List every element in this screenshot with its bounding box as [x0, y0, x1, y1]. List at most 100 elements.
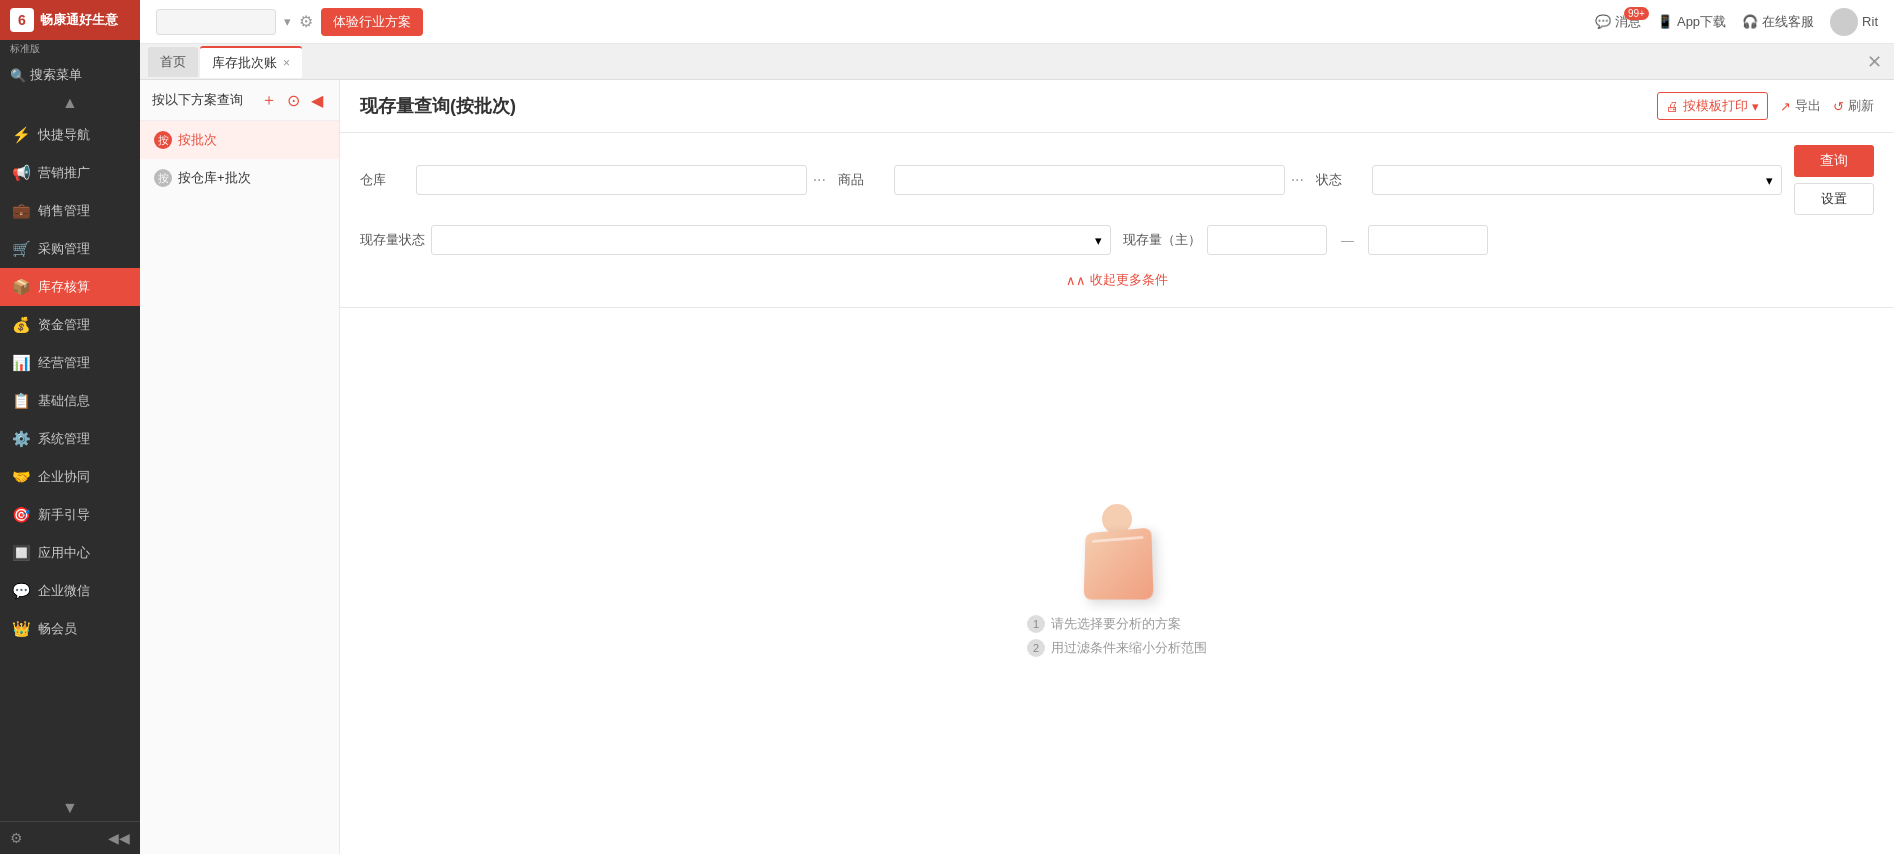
filter-area: 仓库 ··· 商品 ··· 状态 ▾ — [340, 133, 1894, 308]
settings-footer-btn[interactable]: ⚙ — [10, 830, 23, 846]
system-icon: ⚙️ — [12, 430, 30, 448]
wechat-icon: 💬 — [12, 582, 30, 600]
app-download-btn[interactable]: 📱 App下载 — [1657, 13, 1726, 31]
left-panel: 按以下方案查询 ＋ ⊙ ◀ 按 按批次 按 按 — [140, 80, 340, 854]
product-input[interactable] — [894, 165, 1285, 195]
messages-badge: 99+ — [1624, 7, 1649, 20]
sidebar-item-cooperation[interactable]: 🤝 企业协同 — [0, 458, 140, 496]
plan-icon-red: 按 — [154, 131, 172, 149]
empty-box — [1084, 527, 1154, 599]
plan-item-label: 按批次 — [178, 131, 217, 149]
sidebar-item-system[interactable]: ⚙️ 系统管理 — [0, 420, 140, 458]
quantity-from-input[interactable] — [1207, 225, 1327, 255]
sidebar-item-finance[interactable]: 💰 资金管理 — [0, 306, 140, 344]
collapse-sidebar-btn[interactable]: ◀◀ — [108, 830, 130, 846]
plan-item-batch[interactable]: 按 按批次 — [140, 121, 339, 159]
sidebar-item-label: 营销推广 — [38, 164, 90, 182]
plan-item-warehouse-batch[interactable]: 按 按仓库+批次 — [140, 159, 339, 197]
refresh-btn[interactable]: ↺ 刷新 — [1833, 97, 1874, 115]
purchase-icon: 🛒 — [12, 240, 30, 258]
messages-btn[interactable]: 💬 消息 99+ — [1595, 13, 1641, 31]
sidebar-item-search[interactable]: 🔍 搜索菜单 — [0, 60, 140, 90]
sidebar-item-label: 企业协同 — [38, 468, 90, 486]
search-icon: 🔍 — [10, 68, 26, 83]
warehouse-input[interactable] — [416, 165, 807, 195]
tab-close-area: ✕ — [1863, 47, 1886, 77]
user-avatar-area[interactable]: Rit — [1830, 8, 1878, 36]
online-service-btn[interactable]: 🎧 在线客服 — [1742, 13, 1814, 31]
settings-btn[interactable]: 设置 — [1794, 183, 1874, 215]
sidebar-item-purchase[interactable]: 🛒 采购管理 — [0, 230, 140, 268]
sidebar-item-quicknav[interactable]: ⚡ 快捷导航 — [0, 116, 140, 154]
topbar-right: 💬 消息 99+ 📱 App下载 🎧 在线客服 Rit — [1595, 8, 1878, 36]
sidebar-item-sales[interactable]: 💼 销售管理 — [0, 192, 140, 230]
cooperation-icon: 🤝 — [12, 468, 30, 486]
product-more-btn[interactable]: ··· — [1291, 171, 1304, 189]
warehouse-more-btn[interactable]: ··· — [813, 171, 826, 189]
app-logo: 6 — [10, 8, 34, 32]
step-1-num: 1 — [1027, 615, 1045, 633]
sidebar-item-label: 资金管理 — [38, 316, 90, 334]
inventory-icon: 📦 — [12, 278, 30, 296]
search-input[interactable] — [156, 9, 276, 35]
collapse-filter-btn[interactable]: ∧∧ 收起更多条件 — [360, 265, 1874, 295]
print-dropdown-icon[interactable]: ▾ — [1752, 99, 1759, 114]
tab-inventory-batch[interactable]: 库存批次账 × — [200, 46, 302, 78]
quantity-dash: — — [1333, 233, 1362, 248]
sidebar-item-management[interactable]: 📊 经营管理 — [0, 344, 140, 382]
content-area: 按以下方案查询 ＋ ⊙ ◀ 按 按批次 按 按 — [140, 80, 1894, 854]
sidebar-item-label: 新手引导 — [38, 506, 90, 524]
sidebar-item-label: 企业微信 — [38, 582, 90, 600]
sidebar-item-label: 快捷导航 — [38, 126, 90, 144]
export-label: 导出 — [1795, 97, 1821, 115]
warehouse-label: 仓库 — [360, 171, 410, 189]
sidebar-scroll-down[interactable]: ▼ — [0, 795, 140, 821]
print-btn[interactable]: 🖨 按模板打印 ▾ — [1657, 92, 1768, 120]
tab-home[interactable]: 首页 — [148, 47, 198, 77]
plan-list: 按 按批次 按 按仓库+批次 — [140, 121, 339, 854]
close-tab-btn[interactable]: × — [283, 56, 290, 70]
quantity-label: 现存量（主） — [1123, 231, 1201, 249]
query-btn[interactable]: 查询 — [1794, 145, 1874, 177]
close-all-tabs-btn[interactable]: ✕ — [1863, 47, 1886, 77]
industry-btn[interactable]: 体验行业方案 — [321, 8, 423, 36]
step-2-num: 2 — [1027, 639, 1045, 657]
filter-inventory-status: 现存量状态 ▾ — [360, 225, 1111, 255]
sidebar-item-apps[interactable]: 🔲 应用中心 — [0, 534, 140, 572]
right-panel: 现存量查询(按批次) 🖨 按模板打印 ▾ ↗ 导出 ↺ 刷新 — [340, 80, 1894, 854]
collapse-panel-btn[interactable]: ◀ — [307, 90, 327, 110]
plan-settings-btn[interactable]: ⊙ — [283, 90, 303, 110]
sidebar: 6 畅康通好生意 标准版 🔍 搜索菜单 ▲ ⚡ 快捷导航 📢 营销推广 💼 销售… — [0, 0, 140, 854]
marketing-icon: 📢 — [12, 164, 30, 182]
refresh-icon: ↺ — [1833, 99, 1844, 114]
add-plan-btn[interactable]: ＋ — [259, 90, 279, 110]
sidebar-item-inventory[interactable]: 📦 库存核算 — [0, 268, 140, 306]
app-version: 标准版 — [0, 40, 140, 60]
main-area: ▾ ⚙ 体验行业方案 💬 消息 99+ 📱 App下载 🎧 在线客服 Rit — [140, 0, 1894, 854]
sidebar-item-guide[interactable]: 🎯 新手引导 — [0, 496, 140, 534]
quantity-to-input[interactable] — [1368, 225, 1488, 255]
empty-state: 1 请先选择要分析的方案 2 用过滤条件来缩小分析范围 — [340, 308, 1894, 854]
inventory-status-select[interactable]: ▾ — [431, 225, 1111, 255]
message-icon: 💬 — [1595, 14, 1611, 29]
sidebar-item-marketing[interactable]: 📢 营销推广 — [0, 154, 140, 192]
sidebar-item-label: 搜索菜单 — [30, 66, 82, 84]
plan-item-label: 按仓库+批次 — [178, 169, 251, 187]
guide-icon: 🎯 — [12, 506, 30, 524]
topbar-left: ▾ ⚙ 体验行业方案 — [156, 8, 1585, 36]
sidebar-item-basic[interactable]: 📋 基础信息 — [0, 382, 140, 420]
sidebar-footer: ⚙ ◀◀ — [0, 821, 140, 854]
dropdown-arrow-icon[interactable]: ▾ — [284, 14, 291, 29]
export-btn[interactable]: ↗ 导出 — [1780, 97, 1821, 115]
topbar-settings-icon[interactable]: ⚙ — [299, 12, 313, 31]
sidebar-scroll-up[interactable]: ▲ — [0, 90, 140, 116]
sidebar-item-member[interactable]: 👑 畅会员 — [0, 610, 140, 648]
apps-icon: 🔲 — [12, 544, 30, 562]
sidebar-item-label: 经营管理 — [38, 354, 90, 372]
status-select[interactable]: ▾ — [1372, 165, 1782, 195]
inventory-status-dropdown-icon: ▾ — [1095, 233, 1102, 248]
online-service-label: 在线客服 — [1762, 13, 1814, 31]
empty-step-2: 2 用过滤条件来缩小分析范围 — [1027, 639, 1207, 657]
status-dropdown-icon: ▾ — [1766, 173, 1773, 188]
sidebar-item-wechat[interactable]: 💬 企业微信 — [0, 572, 140, 610]
